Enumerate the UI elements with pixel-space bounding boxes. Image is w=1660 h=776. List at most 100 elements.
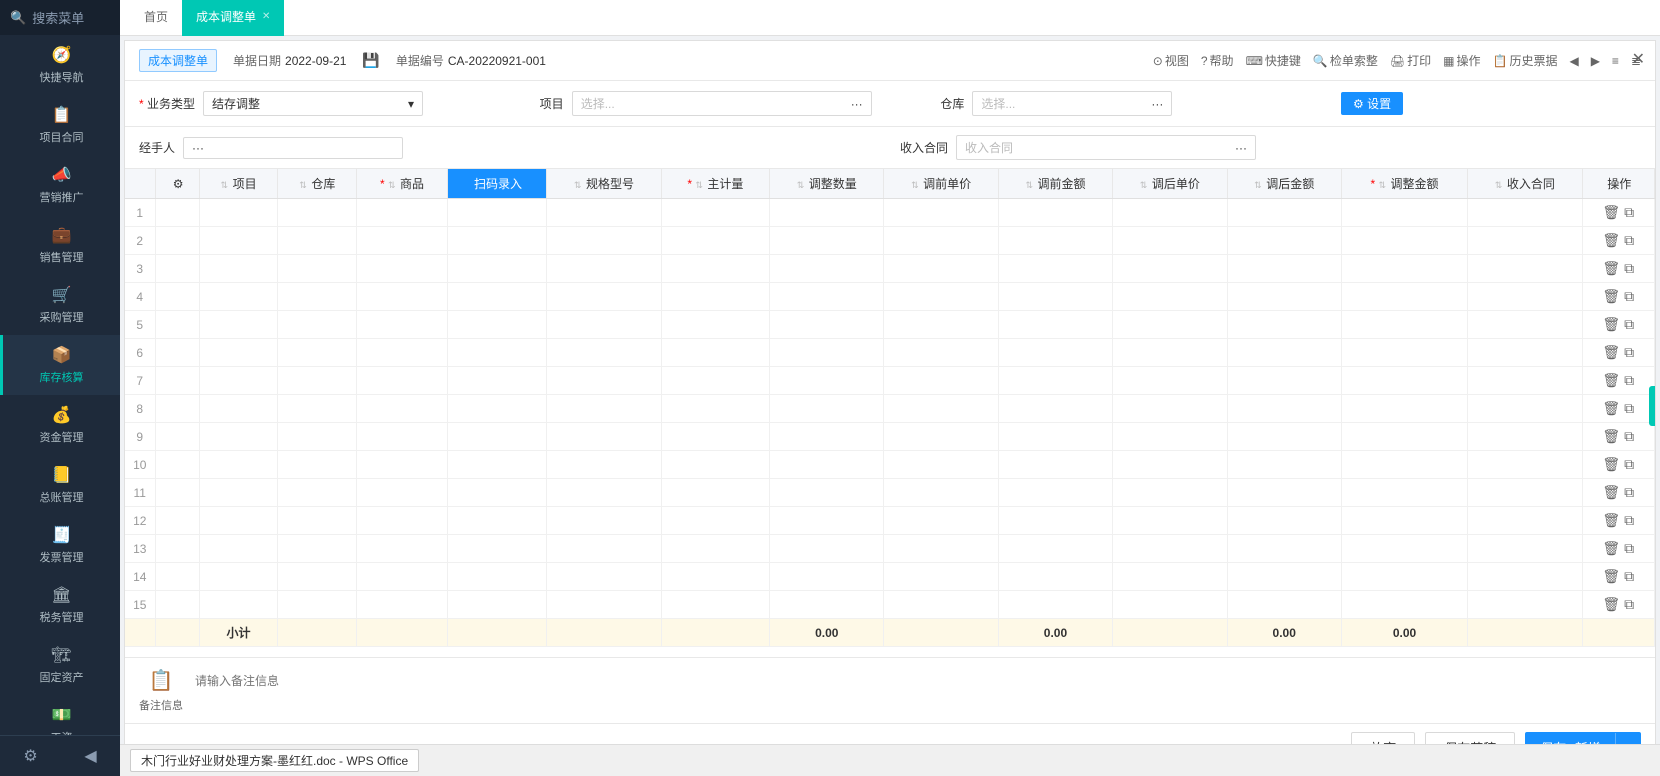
delete-icon[interactable]: 🗑 bbox=[1602, 316, 1620, 333]
cell-action[interactable]: 🗑⧉ bbox=[1582, 255, 1655, 283]
action-print[interactable]: 🖨 打印 bbox=[1390, 52, 1431, 69]
cell-action[interactable]: 🗑⧉ bbox=[1582, 395, 1655, 423]
copy-icon[interactable]: ⧉ bbox=[1624, 288, 1634, 305]
sidebar-item-payroll[interactable]: 💵工资 bbox=[0, 695, 120, 735]
delete-icon[interactable]: 🗑 bbox=[1602, 596, 1620, 613]
action-history[interactable]: 📋 历史票据 bbox=[1492, 52, 1557, 69]
cell-settings[interactable] bbox=[155, 423, 199, 451]
nav-prev[interactable]: ◀ bbox=[1569, 54, 1578, 68]
cell-action[interactable]: 🗑⧉ bbox=[1582, 479, 1655, 507]
cell-action[interactable]: 🗑⧉ bbox=[1582, 563, 1655, 591]
taskbar-wps-item[interactable]: 木门行业好业财处理方案-墨红红.doc - WPS Office bbox=[130, 749, 419, 772]
delete-icon[interactable]: 🗑 bbox=[1602, 372, 1620, 389]
sidebar-search[interactable]: 🔍 搜索菜单 bbox=[0, 0, 120, 35]
save-icon[interactable]: 💾 bbox=[362, 52, 379, 69]
cell-settings[interactable] bbox=[155, 451, 199, 479]
cell-settings[interactable] bbox=[155, 367, 199, 395]
cell-action[interactable]: 🗑⧉ bbox=[1582, 591, 1655, 619]
copy-icon[interactable]: ⧉ bbox=[1624, 232, 1634, 249]
copy-icon[interactable]: ⧉ bbox=[1624, 204, 1634, 221]
sidebar-item-quick-nav[interactable]: 🧭快捷导航 bbox=[0, 35, 120, 95]
delete-icon[interactable]: 🗑 bbox=[1602, 456, 1620, 473]
cell-action[interactable]: 🗑⧉ bbox=[1582, 339, 1655, 367]
cell-settings[interactable] bbox=[155, 227, 199, 255]
delete-icon[interactable]: 🗑 bbox=[1602, 484, 1620, 501]
tab-close-icon[interactable]: ✕ bbox=[262, 11, 270, 22]
tab-home[interactable]: 首页 bbox=[130, 0, 182, 36]
copy-icon[interactable]: ⧉ bbox=[1624, 596, 1634, 613]
copy-icon[interactable]: ⧉ bbox=[1624, 428, 1634, 445]
tab-cost-adjust[interactable]: 成本调整单 ✕ bbox=[182, 0, 284, 36]
cell-action[interactable]: 🗑⧉ bbox=[1582, 535, 1655, 563]
sidebar-item-sales-promo[interactable]: 📣营销推广 bbox=[0, 155, 120, 215]
copy-icon[interactable]: ⧉ bbox=[1624, 344, 1634, 361]
col-scan[interactable]: 扫码录入 bbox=[447, 169, 546, 199]
cell-settings[interactable] bbox=[155, 479, 199, 507]
delete-icon[interactable]: 🗑 bbox=[1602, 288, 1620, 305]
cell-action[interactable]: 🗑⧉ bbox=[1582, 507, 1655, 535]
copy-icon[interactable]: ⧉ bbox=[1624, 400, 1634, 417]
cell-settings[interactable] bbox=[155, 507, 199, 535]
cell-settings[interactable] bbox=[155, 591, 199, 619]
action-view[interactable]: ⊙ 视图 bbox=[1153, 52, 1189, 69]
settings-button[interactable]: ⚙ 设置 bbox=[1341, 92, 1403, 115]
copy-icon[interactable]: ⧉ bbox=[1624, 316, 1634, 333]
cell-settings[interactable] bbox=[155, 535, 199, 563]
action-shortcut[interactable]: ⌨ 快捷键 bbox=[1246, 52, 1301, 69]
settings-icon[interactable]: ⚙ bbox=[23, 746, 37, 766]
action-help[interactable]: ? 帮助 bbox=[1201, 52, 1234, 69]
delete-icon[interactable]: 🗑 bbox=[1602, 344, 1620, 361]
handler-input[interactable]: ··· bbox=[183, 137, 403, 159]
delete-icon[interactable]: 🗑 bbox=[1602, 568, 1620, 585]
sidebar-item-fixed-assets[interactable]: 🏗固定资产 bbox=[0, 635, 120, 695]
sidebar-item-tax-mgmt[interactable]: 🏛税务管理 bbox=[0, 575, 120, 635]
cell-action[interactable]: 🗑⧉ bbox=[1582, 199, 1655, 227]
delete-icon[interactable]: 🗑 bbox=[1602, 232, 1620, 249]
cell-action[interactable]: 🗑⧉ bbox=[1582, 423, 1655, 451]
sidebar-item-fund-mgmt[interactable]: 💰资金管理 bbox=[0, 395, 120, 455]
copy-icon[interactable]: ⧉ bbox=[1624, 568, 1634, 585]
sidebar-item-purchase-mgmt[interactable]: 🛒采购管理 bbox=[0, 275, 120, 335]
business-type-input[interactable]: 结存调整 ▾ bbox=[203, 91, 423, 116]
copy-icon[interactable]: ⧉ bbox=[1624, 260, 1634, 277]
doc-close-btn[interactable]: ✕ bbox=[1632, 49, 1645, 69]
delete-icon[interactable]: 🗑 bbox=[1602, 400, 1620, 417]
right-edge-indicator[interactable] bbox=[1649, 386, 1655, 426]
sidebar-item-invoice-mgmt[interactable]: 🧾发票管理 bbox=[0, 515, 120, 575]
warehouse-input[interactable]: 选择... ··· bbox=[972, 91, 1172, 116]
cell-settings[interactable] bbox=[155, 283, 199, 311]
nav-next[interactable]: ▶ bbox=[1591, 54, 1600, 68]
sidebar-item-ledger-mgmt[interactable]: 📒总账管理 bbox=[0, 455, 120, 515]
cell-settings[interactable] bbox=[155, 395, 199, 423]
delete-icon[interactable]: 🗑 bbox=[1602, 540, 1620, 557]
cell-action[interactable]: 🗑⧉ bbox=[1582, 311, 1655, 339]
copy-icon[interactable]: ⧉ bbox=[1624, 484, 1634, 501]
income-contract-input[interactable]: 收入合同 ··· bbox=[956, 135, 1256, 160]
action-operate[interactable]: ▦ 操作 bbox=[1443, 52, 1480, 69]
cell-settings[interactable] bbox=[155, 339, 199, 367]
cell-settings[interactable] bbox=[155, 311, 199, 339]
cell-action[interactable]: 🗑⧉ bbox=[1582, 283, 1655, 311]
sidebar-item-sales-mgmt[interactable]: 💼销售管理 bbox=[0, 215, 120, 275]
copy-icon[interactable]: ⧉ bbox=[1624, 456, 1634, 473]
collapse-icon[interactable]: ◀ bbox=[84, 746, 96, 766]
delete-icon[interactable]: 🗑 bbox=[1602, 260, 1620, 277]
cell-settings[interactable] bbox=[155, 255, 199, 283]
sidebar-item-inventory[interactable]: 📦库存核算 bbox=[0, 335, 120, 395]
copy-icon[interactable]: ⧉ bbox=[1624, 540, 1634, 557]
remarks-input[interactable] bbox=[195, 668, 1641, 694]
cell-settings[interactable] bbox=[155, 563, 199, 591]
copy-icon[interactable]: ⧉ bbox=[1624, 372, 1634, 389]
delete-icon[interactable]: 🗑 bbox=[1602, 204, 1620, 221]
sidebar-item-project-contract[interactable]: 📋项目合同 bbox=[0, 95, 120, 155]
cell-action[interactable]: 🗑⧉ bbox=[1582, 367, 1655, 395]
cell-action[interactable]: 🗑⧉ bbox=[1582, 451, 1655, 479]
project-input[interactable]: 选择... ··· bbox=[572, 91, 872, 116]
list-view-1[interactable]: ≡ bbox=[1612, 54, 1619, 68]
delete-icon[interactable]: 🗑 bbox=[1602, 428, 1620, 445]
cell-action[interactable]: 🗑⧉ bbox=[1582, 227, 1655, 255]
copy-icon[interactable]: ⧉ bbox=[1624, 512, 1634, 529]
action-review[interactable]: 🔍 检单索整 bbox=[1313, 52, 1378, 69]
delete-icon[interactable]: 🗑 bbox=[1602, 512, 1620, 529]
cell-settings[interactable] bbox=[155, 199, 199, 227]
